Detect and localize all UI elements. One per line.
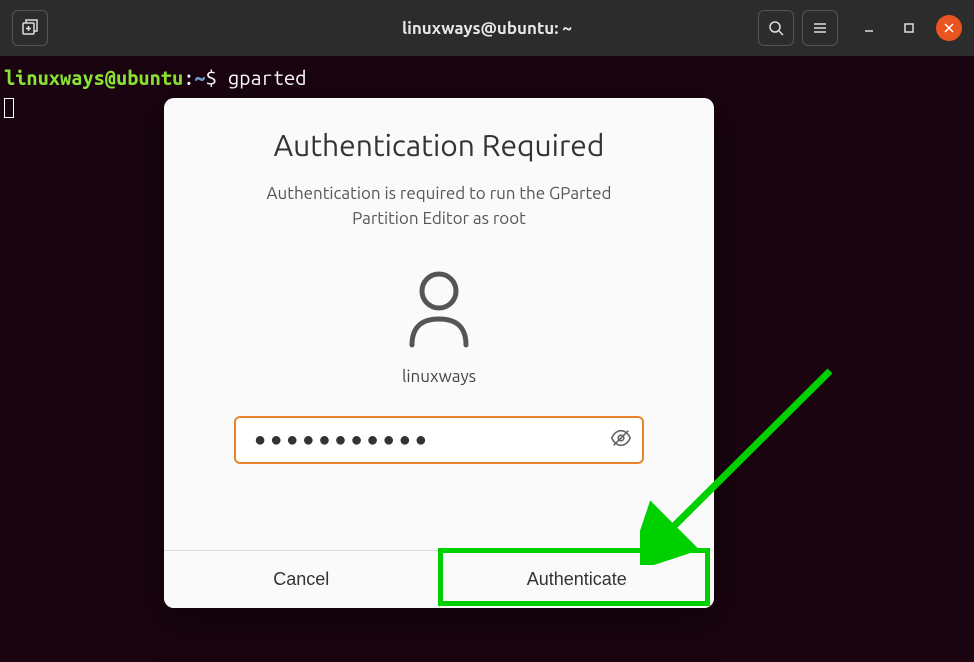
search-icon xyxy=(768,20,784,36)
eye-off-icon xyxy=(610,427,632,449)
dialog-title: Authentication Required xyxy=(204,128,674,162)
terminal-line: linuxways@ubuntu:~$ gparted xyxy=(4,64,970,92)
dialog-message: Authentication is required to run the GP… xyxy=(204,182,674,231)
window-title: linuxways@ubuntu: ~ xyxy=(402,19,572,38)
user-section: linuxways xyxy=(204,271,674,386)
close-button[interactable] xyxy=(936,15,962,41)
maximize-button[interactable] xyxy=(896,15,922,41)
user-avatar xyxy=(204,271,674,349)
authentication-dialog: Authentication Required Authentication i… xyxy=(164,98,714,608)
hamburger-icon xyxy=(812,20,828,36)
new-tab-icon xyxy=(21,19,39,37)
search-button[interactable] xyxy=(758,10,794,46)
menu-button[interactable] xyxy=(802,10,838,46)
cancel-button[interactable]: Cancel xyxy=(164,551,440,608)
user-icon xyxy=(404,271,474,349)
minimize-button[interactable] xyxy=(856,15,882,41)
titlebar-actions xyxy=(758,10,962,46)
maximize-icon xyxy=(903,22,915,34)
toggle-password-visibility-button[interactable] xyxy=(610,427,632,453)
minimize-icon xyxy=(863,22,875,34)
dialog-content: Authentication Required Authentication i… xyxy=(164,98,714,550)
authenticate-button[interactable]: Authenticate xyxy=(440,551,715,608)
prompt-dollar: $ xyxy=(206,66,228,89)
username-label: linuxways xyxy=(204,367,674,386)
close-icon xyxy=(943,22,955,34)
prompt-colon: : xyxy=(183,66,194,89)
terminal-cursor xyxy=(4,98,14,118)
new-tab-button[interactable] xyxy=(12,10,48,46)
terminal-command: gparted xyxy=(228,66,306,89)
window-titlebar: linuxways@ubuntu: ~ xyxy=(0,0,974,56)
password-input[interactable] xyxy=(234,416,644,464)
prompt-path: ~ xyxy=(194,66,205,89)
prompt-user-host: linuxways@ubuntu xyxy=(4,66,183,89)
dialog-button-row: Cancel Authenticate xyxy=(164,550,714,608)
password-field-wrapper xyxy=(234,416,644,464)
window-controls xyxy=(856,15,962,41)
